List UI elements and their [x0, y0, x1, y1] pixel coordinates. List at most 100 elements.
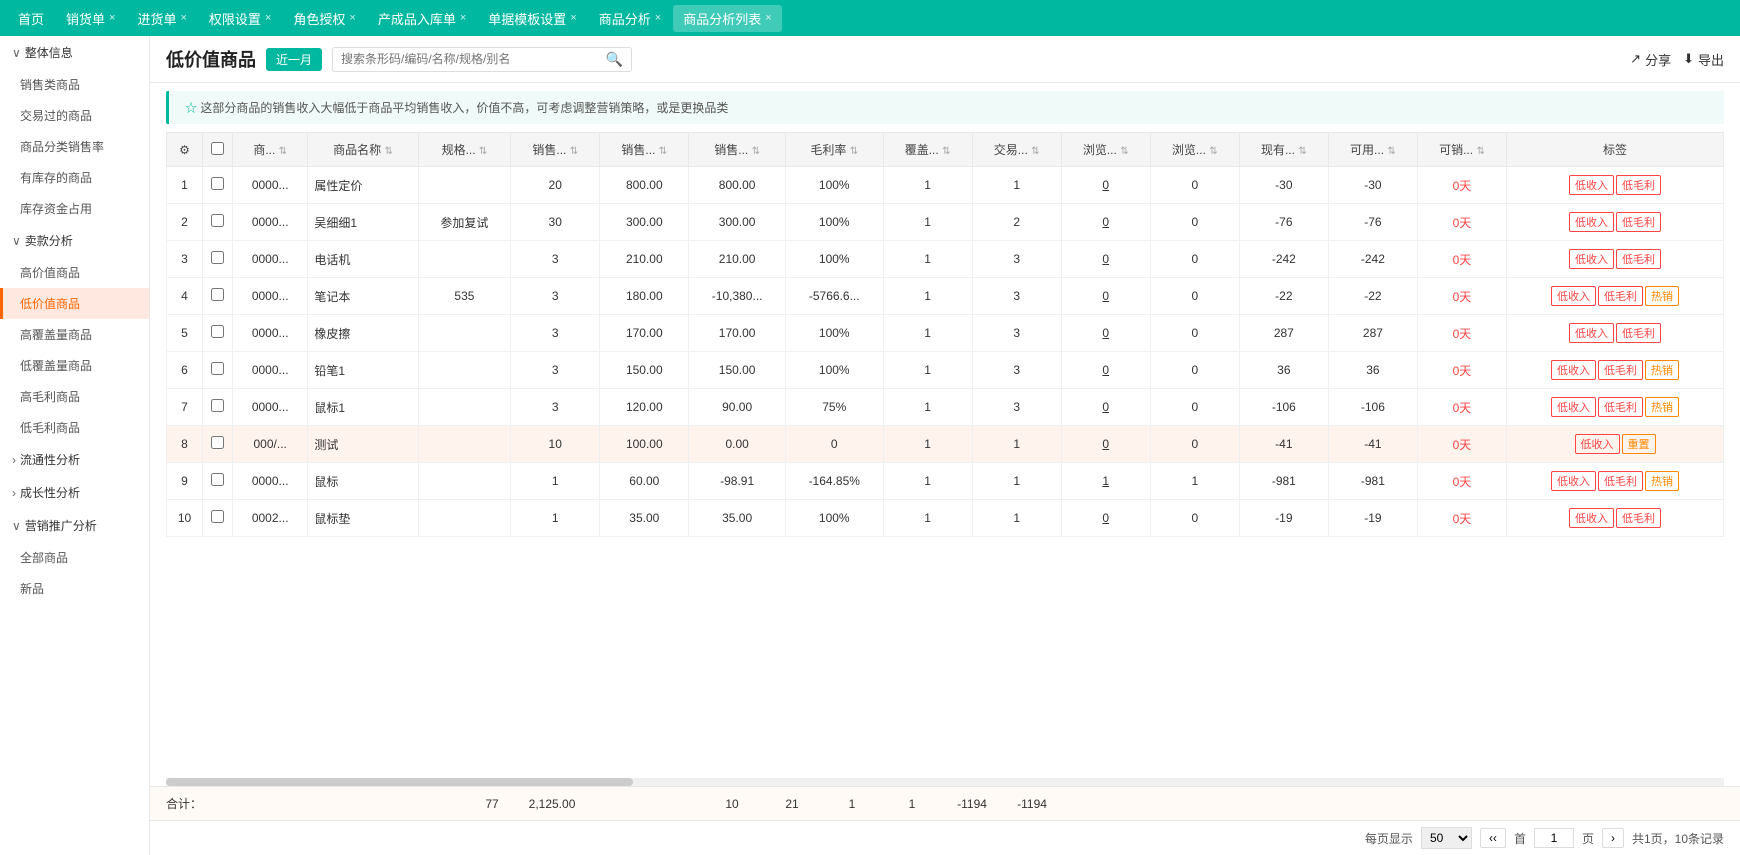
per-page-select[interactable]: 50 100: [1421, 827, 1472, 849]
view1-link[interactable]: 0: [1102, 289, 1109, 303]
next-page-button[interactable]: ›: [1602, 828, 1624, 848]
search-icon[interactable]: 🔍: [606, 51, 623, 68]
sidebar-group-overall[interactable]: ∨整体信息: [0, 36, 149, 69]
view1-link[interactable]: 0: [1102, 215, 1109, 229]
sidebar-group-bestseller[interactable]: ∨卖款分析: [0, 224, 149, 257]
horizontal-scrollbar[interactable]: [166, 778, 1724, 786]
sidebar-item-sales-products[interactable]: 销售类商品: [0, 69, 149, 100]
sidebar-item-traded-products[interactable]: 交易过的商品: [0, 100, 149, 131]
first-page-button[interactable]: ‹‹: [1480, 828, 1506, 848]
nav-role-close-icon[interactable]: ×: [349, 12, 355, 24]
page-number-input[interactable]: [1534, 828, 1574, 848]
sidebar-item-all-products[interactable]: 全部商品: [0, 542, 149, 573]
nav-template-close-icon[interactable]: ×: [570, 12, 576, 24]
view1-link[interactable]: 0: [1102, 363, 1109, 377]
nav-product-entry[interactable]: 产成品入库单 ×: [368, 5, 476, 32]
sidebar-item-category-sales[interactable]: 商品分类销售率: [0, 131, 149, 162]
sidebar-group-marketing[interactable]: ∨营销推广分析: [0, 509, 149, 542]
row-view1[interactable]: 0: [1061, 389, 1150, 426]
sidebar-item-low-margin[interactable]: 低毛利商品: [0, 412, 149, 443]
row-select-checkbox[interactable]: [211, 362, 224, 375]
nav-template-setting[interactable]: 单据模板设置 ×: [478, 5, 586, 32]
col-name[interactable]: 商品名称 ⇅: [308, 133, 418, 167]
col-code[interactable]: 商... ⇅: [233, 133, 308, 167]
sidebar-item-stocked-products[interactable]: 有库存的商品: [0, 162, 149, 193]
col-salable[interactable]: 可销... ⇅: [1417, 133, 1506, 167]
row-select-checkbox[interactable]: [211, 177, 224, 190]
row-view1[interactable]: 0: [1061, 500, 1150, 537]
col-trade[interactable]: 交易... ⇅: [972, 133, 1061, 167]
nav-sales-order-close-icon[interactable]: ×: [109, 12, 115, 24]
nav-product-analysis[interactable]: 商品分析 ×: [589, 5, 671, 32]
col-gear[interactable]: ⚙: [167, 133, 203, 167]
col-checkbox[interactable]: [203, 133, 233, 167]
sidebar-item-high-margin[interactable]: 高毛利商品: [0, 381, 149, 412]
row-select-checkbox[interactable]: [211, 214, 224, 227]
view1-link[interactable]: 0: [1102, 178, 1109, 192]
row-select-checkbox[interactable]: [211, 251, 224, 264]
row-select-checkbox[interactable]: [211, 473, 224, 486]
row-select-checkbox[interactable]: [211, 288, 224, 301]
col-gross-margin[interactable]: 毛利率 ⇅: [785, 133, 883, 167]
sidebar-item-low-value[interactable]: 低价值商品: [0, 288, 149, 319]
row-checkbox[interactable]: [203, 204, 233, 241]
row-view1[interactable]: 0: [1061, 204, 1150, 241]
row-checkbox[interactable]: [203, 500, 233, 537]
export-button[interactable]: ⬇ 导出: [1683, 50, 1724, 69]
row-checkbox[interactable]: [203, 426, 233, 463]
nav-permission-close-icon[interactable]: ×: [265, 12, 271, 24]
nav-list-close-icon[interactable]: ×: [765, 12, 771, 24]
view1-link[interactable]: 0: [1102, 437, 1109, 451]
row-select-checkbox[interactable]: [211, 399, 224, 412]
row-view1[interactable]: 0: [1061, 241, 1150, 278]
nav-role-auth[interactable]: 角色授权 ×: [283, 5, 365, 32]
row-select-checkbox[interactable]: [211, 436, 224, 449]
nav-purchase-order[interactable]: 进货单 ×: [127, 5, 196, 32]
col-available[interactable]: 可用... ⇅: [1328, 133, 1417, 167]
nav-analysis-list[interactable]: 商品分析列表 ×: [673, 5, 781, 32]
col-view2[interactable]: 浏览... ⇅: [1150, 133, 1239, 167]
col-sales-qty[interactable]: 销售... ⇅: [511, 133, 600, 167]
date-filter-button[interactable]: 近一月: [266, 48, 322, 71]
col-sales-amount[interactable]: 销售... ⇅: [600, 133, 689, 167]
row-view1[interactable]: 0: [1061, 426, 1150, 463]
sidebar-group-growth[interactable]: ›成长性分析: [0, 476, 149, 509]
nav-permission-setting[interactable]: 权限设置 ×: [199, 5, 281, 32]
col-sales-avg[interactable]: 销售... ⇅: [689, 133, 786, 167]
row-view1[interactable]: 1: [1061, 463, 1150, 500]
view1-link[interactable]: 1: [1102, 474, 1109, 488]
view1-link[interactable]: 0: [1102, 252, 1109, 266]
sidebar-group-circulation[interactable]: ›流通性分析: [0, 443, 149, 476]
row-select-checkbox[interactable]: [211, 510, 224, 523]
view1-link[interactable]: 0: [1102, 326, 1109, 340]
row-checkbox[interactable]: [203, 167, 233, 204]
sidebar-item-inventory-capital[interactable]: 库存资金占用: [0, 193, 149, 224]
col-spec[interactable]: 规格... ⇅: [418, 133, 511, 167]
select-all-checkbox[interactable]: [211, 142, 224, 155]
nav-product-close-icon[interactable]: ×: [460, 12, 466, 24]
row-view1[interactable]: 0: [1061, 278, 1150, 315]
row-view1[interactable]: 0: [1061, 167, 1150, 204]
sidebar-item-new-products[interactable]: 新品: [0, 573, 149, 604]
row-select-checkbox[interactable]: [211, 325, 224, 338]
row-checkbox[interactable]: [203, 463, 233, 500]
row-checkbox[interactable]: [203, 352, 233, 389]
view1-link[interactable]: 0: [1102, 511, 1109, 525]
col-current[interactable]: 现有... ⇅: [1239, 133, 1328, 167]
nav-purchase-close-icon[interactable]: ×: [180, 12, 186, 24]
row-view1[interactable]: 0: [1061, 315, 1150, 352]
view1-link[interactable]: 0: [1102, 400, 1109, 414]
row-checkbox[interactable]: [203, 389, 233, 426]
nav-home[interactable]: 首页: [8, 5, 54, 32]
sidebar-item-low-coverage[interactable]: 低覆盖量商品: [0, 350, 149, 381]
row-checkbox[interactable]: [203, 278, 233, 315]
nav-analysis-close-icon[interactable]: ×: [655, 12, 661, 24]
nav-sales-order[interactable]: 销货单 ×: [56, 5, 125, 32]
share-button[interactable]: ↗ 分享: [1630, 50, 1671, 69]
search-input[interactable]: [341, 52, 600, 66]
sidebar-item-high-coverage[interactable]: 高覆盖量商品: [0, 319, 149, 350]
row-checkbox[interactable]: [203, 315, 233, 352]
sidebar-item-high-value[interactable]: 高价值商品: [0, 257, 149, 288]
col-coverage[interactable]: 覆盖... ⇅: [883, 133, 972, 167]
row-checkbox[interactable]: [203, 241, 233, 278]
